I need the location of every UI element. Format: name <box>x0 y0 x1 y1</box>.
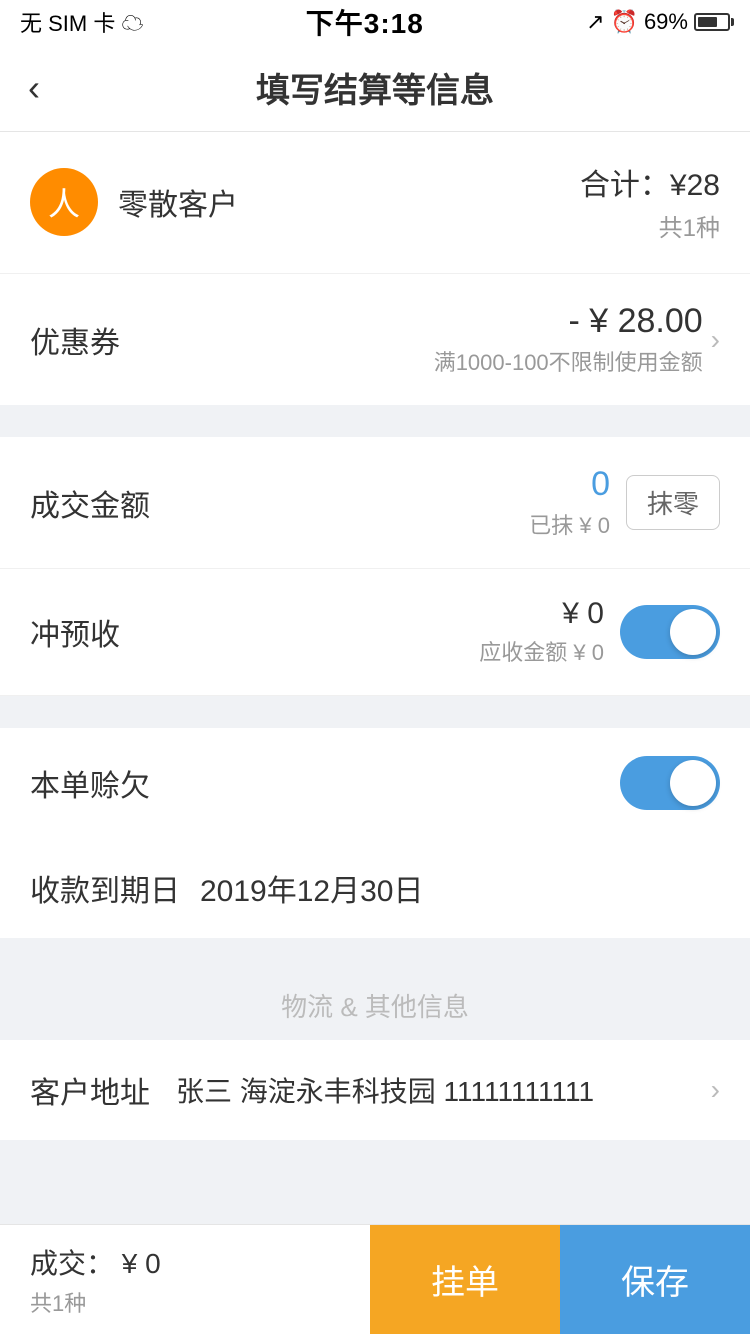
pending-button[interactable]: 挂单 <box>370 1225 560 1334</box>
prepayment-label: 冲预收 <box>30 610 120 654</box>
status-right: ↗ ⏰ 69% <box>586 9 730 35</box>
due-date-label: 收款到期日 <box>30 866 180 910</box>
main-content: 人 零散客户 合计：¥28 共1种 优惠券 - ¥ 28.00 满1000-10… <box>0 132 750 1276</box>
already-text: 已抹 ¥ 0 <box>529 508 610 540</box>
deal-amount-value[interactable]: 0 <box>529 465 610 504</box>
prepayment-amount: ¥ 0 <box>479 597 604 631</box>
customer-row: 人 零散客户 合计：¥28 共1种 <box>0 132 750 271</box>
logistics-header: 物流 & 其他信息 <box>0 970 750 1040</box>
page-title: 填写结算等信息 <box>256 63 494 112</box>
avatar-icon: 人 <box>48 179 80 225</box>
save-label: 保存 <box>621 1255 689 1304</box>
address-value: 张三 海淀永丰科技园 11111111111 <box>176 1070 695 1110</box>
save-button[interactable]: 保存 <box>560 1225 750 1334</box>
footer-count: 共1种 <box>30 1286 340 1318</box>
due-date-value[interactable]: 2019年12月30日 <box>200 866 423 910</box>
customer-info: 人 零散客户 <box>30 168 238 236</box>
chevron-right-icon: › <box>711 324 720 356</box>
status-left: 无 SIM 卡 ☁ <box>20 6 143 38</box>
clock-icon: ⏰ <box>611 9 638 35</box>
arrears-toggle-knob <box>670 760 716 806</box>
no-sim-text: 无 SIM 卡 ☁ <box>20 6 143 38</box>
footer-deal-label: 成交： <box>30 1248 114 1279</box>
deal-amount-right: 0 已抹 ¥ 0 抹零 <box>529 465 720 540</box>
coupon-desc: 满1000-100不限制使用金额 <box>434 345 703 377</box>
prepayment-amount-col: ¥ 0 应收金额 ¥ 0 <box>479 597 604 667</box>
battery-icon <box>694 13 730 31</box>
arrears-label: 本单赊欠 <box>30 761 150 805</box>
toggle-knob <box>670 609 716 655</box>
section-divider-2 <box>0 712 750 728</box>
location-icon: ↗ <box>586 9 604 35</box>
back-button[interactable]: ‹ <box>28 67 40 109</box>
status-bar: 无 SIM 卡 ☁ 下午3:18 ↗ ⏰ 69% <box>0 0 750 44</box>
customer-total: 合计：¥28 共1种 <box>580 160 720 243</box>
bottom-footer: 成交： ¥ 0 共1种 挂单 保存 <box>0 1224 750 1334</box>
coupon-discount: - ¥ 28.00 <box>434 302 703 341</box>
address-section: 客户地址 张三 海淀永丰科技园 11111111111 › <box>0 1040 750 1140</box>
deal-amount-row: 成交金额 0 已抹 ¥ 0 抹零 <box>0 437 750 569</box>
footer-deal: 成交： ¥ 0 <box>30 1242 340 1282</box>
total-count: 共1种 <box>580 208 720 243</box>
footer-info: 成交： ¥ 0 共1种 <box>0 1242 370 1318</box>
arrears-row: 本单赊欠 <box>0 728 750 838</box>
customer-name: 零散客户 <box>118 180 238 224</box>
prepayment-row: 冲预收 ¥ 0 应收金额 ¥ 0 <box>0 569 750 696</box>
section-divider-3 <box>0 954 750 970</box>
address-chevron-icon: › <box>711 1074 720 1106</box>
arrears-toggle[interactable] <box>620 756 720 810</box>
deal-amount-label: 成交金额 <box>30 481 150 525</box>
customer-section: 人 零散客户 合计：¥28 共1种 优惠券 - ¥ 28.00 满1000-10… <box>0 132 750 405</box>
prepayment-toggle[interactable] <box>620 605 720 659</box>
footer-deal-amount: ¥ 0 <box>122 1248 161 1279</box>
nav-bar: ‹ 填写结算等信息 <box>0 44 750 132</box>
prepayment-right: ¥ 0 应收金额 ¥ 0 <box>479 597 720 667</box>
battery-text: 69% <box>644 9 688 35</box>
zero-button[interactable]: 抹零 <box>626 475 720 530</box>
address-label: 客户地址 <box>30 1068 160 1112</box>
due-date-row: 收款到期日 2019年12月30日 <box>0 838 750 938</box>
coupon-label: 优惠券 <box>30 318 120 362</box>
coupon-row[interactable]: 优惠券 - ¥ 28.00 满1000-100不限制使用金额 › <box>0 273 750 405</box>
avatar: 人 <box>30 168 98 236</box>
total-amount: 合计：¥28 <box>580 160 720 204</box>
address-row[interactable]: 客户地址 张三 海淀永丰科技园 11111111111 › <box>0 1040 750 1140</box>
prepayment-amount-sub: 应收金额 ¥ 0 <box>479 635 604 667</box>
deal-amount-col: 0 已抹 ¥ 0 <box>529 465 610 540</box>
status-time: 下午3:18 <box>306 2 424 42</box>
coupon-info: - ¥ 28.00 满1000-100不限制使用金额 <box>434 302 703 377</box>
section-divider-1 <box>0 421 750 437</box>
arrears-section: 本单赊欠 收款到期日 2019年12月30日 <box>0 728 750 938</box>
deal-section: 成交金额 0 已抹 ¥ 0 抹零 冲预收 ¥ 0 应收金额 ¥ 0 <box>0 437 750 696</box>
coupon-right: - ¥ 28.00 满1000-100不限制使用金额 › <box>434 302 720 377</box>
logistics-label: 物流 & 其他信息 <box>281 987 469 1024</box>
pending-label: 挂单 <box>431 1255 499 1304</box>
